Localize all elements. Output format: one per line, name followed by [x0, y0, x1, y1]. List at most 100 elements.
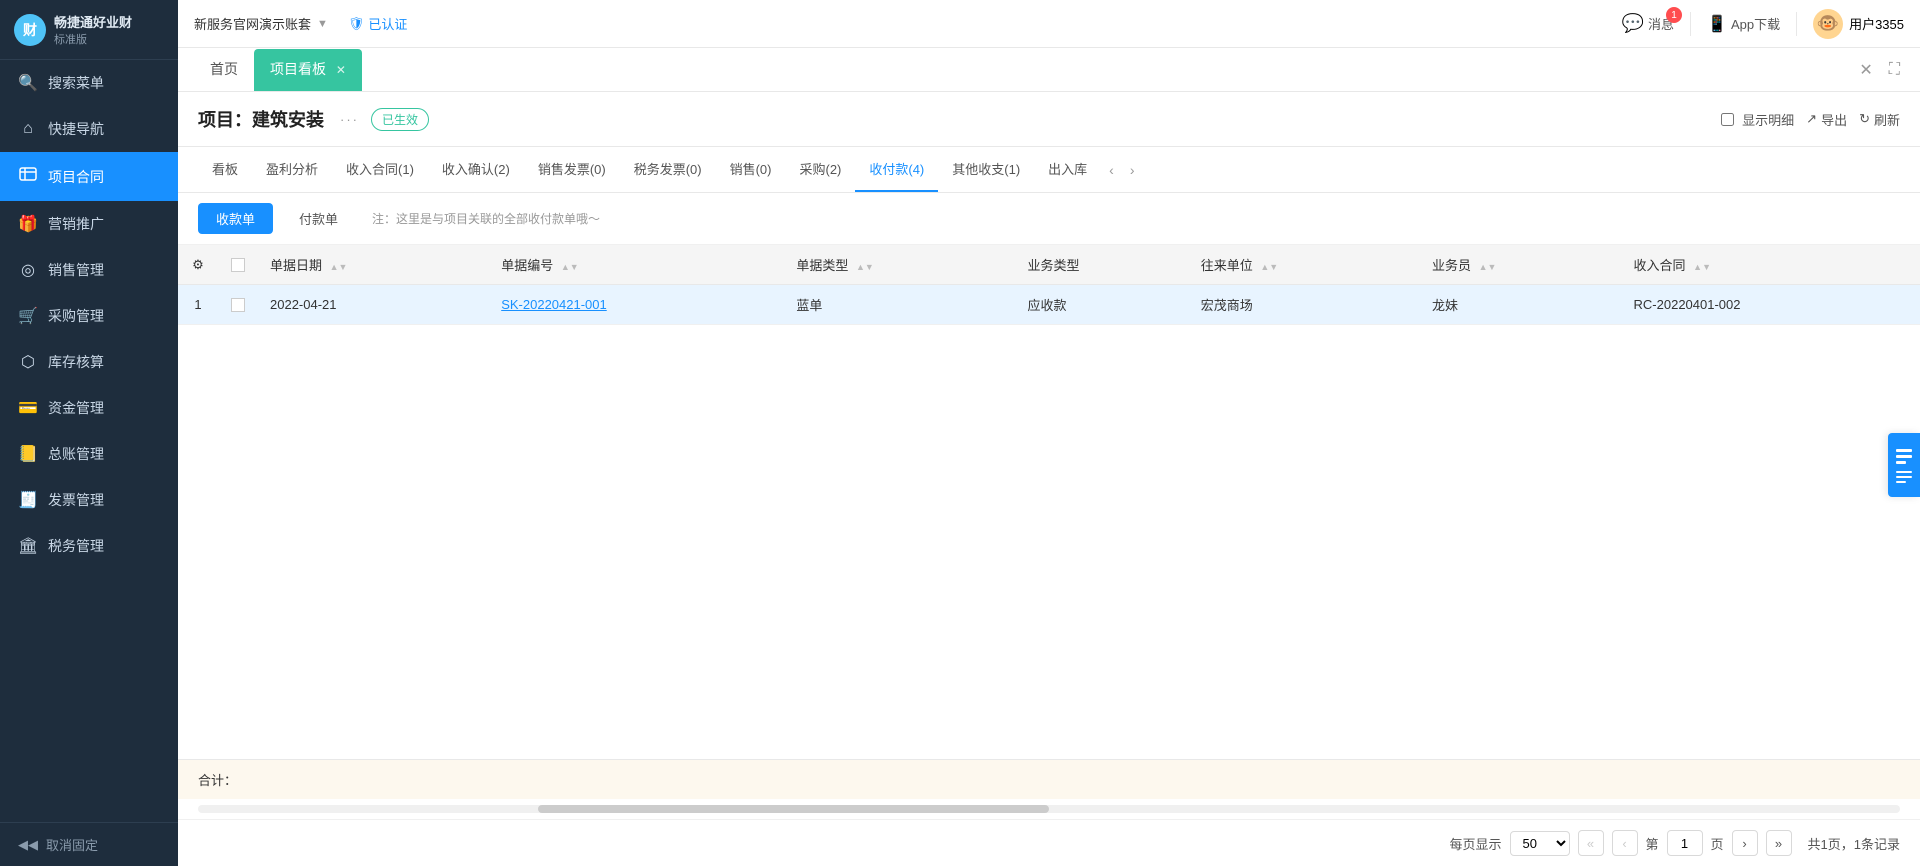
subtab-income-confirm[interactable]: 收入确认(2): [428, 147, 524, 192]
topbar: 新服务官网演示账套 ▼ 🛡 已认证 💬 消息 1 📱 App下载 🐵 用: [178, 0, 1920, 48]
topbar-divider: [1690, 12, 1691, 36]
table-scrollbar[interactable]: [178, 799, 1920, 819]
show-detail-checkbox[interactable]: 显示明细: [1721, 110, 1794, 129]
row-code-link[interactable]: SK-20220421-001: [501, 297, 607, 312]
panel-tab-payment[interactable]: 付款单: [281, 203, 356, 234]
tab-project-board[interactable]: 项目看板 ✕: [254, 49, 362, 91]
row-select-checkbox[interactable]: [231, 298, 245, 312]
sidebar-item-invoice[interactable]: 🧾 发票管理: [0, 477, 178, 523]
tax-icon: 🏛: [18, 536, 38, 556]
panel-note: 注：这里是与项目关联的全部收付款单哦～: [372, 210, 600, 227]
next-page-icon: ›: [1742, 836, 1746, 851]
select-all-checkbox[interactable]: [231, 258, 245, 272]
row-income-contract: RC-20220401-002: [1622, 285, 1920, 325]
col-date[interactable]: 单据日期 ▲▼: [258, 245, 489, 285]
export-button[interactable]: ↗ 导出: [1806, 110, 1847, 129]
tab-close-icon[interactable]: ✕: [336, 63, 346, 77]
app-logo-text: 畅捷通好业财 标准版: [54, 12, 132, 47]
page-input[interactable]: [1667, 830, 1703, 856]
row-code[interactable]: SK-20220421-001: [489, 285, 784, 325]
user-menu[interactable]: 🐵 用户3355: [1813, 9, 1904, 39]
gift-icon: 🎁: [18, 214, 38, 234]
show-detail-input[interactable]: [1721, 113, 1734, 126]
row-type: 蓝单: [784, 285, 1015, 325]
project-more-button[interactable]: ···: [340, 112, 359, 127]
last-page-icon: »: [1775, 836, 1782, 851]
sidebar-item-ledger[interactable]: 📒 总账管理: [0, 431, 178, 477]
sidebar-item-inventory[interactable]: ⬡ 库存核算: [0, 339, 178, 385]
subtab-sales-invoice[interactable]: 销售发票(0): [524, 147, 620, 192]
subtab-sales[interactable]: 销售(0): [716, 147, 786, 192]
app-logo-icon: 财: [14, 14, 46, 46]
message-icon: 💬: [1622, 13, 1644, 34]
sidebar-item-capital[interactable]: 💳 资金管理: [0, 385, 178, 431]
sidebar-item-sales[interactable]: ◎ 销售管理: [0, 247, 178, 293]
inventory-icon: ⬡: [18, 352, 38, 372]
sales-icon: ◎: [18, 260, 38, 280]
scrollbar-track: [198, 805, 1900, 813]
subtab-board[interactable]: 看板: [198, 147, 252, 192]
sidebar-item-shortcut[interactable]: ⌂ 快捷导航: [0, 106, 178, 152]
maximize-window-button[interactable]: ⛶: [1885, 57, 1904, 83]
next-page-button[interactable]: ›: [1732, 830, 1758, 856]
subtab-tax-invoice[interactable]: 税务发票(0): [620, 147, 716, 192]
workspace-selector[interactable]: 新服务官网演示账套 ▼: [194, 14, 328, 33]
phone-icon: 📱: [1707, 14, 1727, 34]
float-action-button[interactable]: [1888, 433, 1920, 497]
subtab-profit[interactable]: 盈利分析: [252, 147, 332, 192]
sidebar: 财 畅捷通好业财 标准版 🔍 搜索菜单 ⌂ 快捷导航 项目合同 🎁 营销推广 ◎…: [0, 0, 178, 866]
contract-sort-icon: ▲▼: [1693, 263, 1711, 272]
tabsbar-actions: ✕ ⛶: [1855, 56, 1904, 84]
col-settings[interactable]: ⚙: [178, 245, 218, 285]
capital-icon: 💳: [18, 398, 38, 418]
sidebar-item-marketing[interactable]: 🎁 营销推广: [0, 201, 178, 247]
col-type[interactable]: 单据类型 ▲▼: [784, 245, 1015, 285]
col-select-all[interactable]: [218, 245, 258, 285]
topbar-left: 新服务官网演示账套 ▼ 🛡 已认证: [194, 14, 1622, 33]
message-button[interactable]: 💬 消息 1: [1622, 13, 1674, 34]
project-header-actions: 显示明细 ↗ 导出 ↻ 刷新: [1721, 110, 1900, 129]
panel-tab-receipt[interactable]: 收款单: [198, 203, 273, 234]
subtab-other-expense[interactable]: 其他收支(1): [938, 147, 1034, 192]
tab-home[interactable]: 首页: [194, 49, 254, 91]
refresh-button[interactable]: ↻ 刷新: [1859, 110, 1900, 129]
row-seq: 1: [178, 285, 218, 325]
subtab-next-arrow[interactable]: ›: [1122, 150, 1143, 190]
user-avatar: 🐵: [1813, 9, 1843, 39]
unpin-button[interactable]: ◀◀ 取消固定: [0, 822, 178, 866]
col-partner[interactable]: 往来单位 ▲▼: [1189, 245, 1420, 285]
first-page-button[interactable]: «: [1578, 830, 1604, 856]
prev-page-icon: ‹: [1622, 836, 1626, 851]
row-partner: 宏茂商场: [1189, 285, 1420, 325]
last-page-button[interactable]: »: [1766, 830, 1792, 856]
table-header-row: ⚙ 单据日期 ▲▼ 单据编号 ▲▼: [178, 245, 1920, 285]
row-checkbox[interactable]: [218, 285, 258, 325]
purchase-icon: 🛒: [18, 306, 38, 326]
sidebar-item-tax[interactable]: 🏛 税务管理: [0, 523, 178, 569]
app-download-button[interactable]: 📱 App下载: [1707, 14, 1780, 34]
table-row[interactable]: 1 2022-04-21 SK-20220421-001 蓝单 应收款: [178, 285, 1920, 325]
sidebar-item-project[interactable]: 项目合同: [0, 152, 178, 201]
invoice-icon: 🧾: [18, 490, 38, 510]
col-code[interactable]: 单据编号 ▲▼: [489, 245, 784, 285]
date-sort-icon: ▲▼: [330, 263, 348, 272]
panel-content: 收款单 付款单 注：这里是与项目关联的全部收付款单哦～ ⚙: [178, 193, 1920, 866]
per-page-select[interactable]: 50 100 200: [1510, 831, 1570, 856]
project-title: 项目：建筑安装: [198, 106, 324, 132]
subtab-purchase[interactable]: 采购(2): [785, 147, 855, 192]
data-table-wrapper: ⚙ 单据日期 ▲▼ 单据编号 ▲▼: [178, 245, 1920, 759]
col-salesman[interactable]: 业务员 ▲▼: [1420, 245, 1622, 285]
subtab-receipt[interactable]: 收付款(4): [855, 147, 938, 192]
scrollbar-thumb[interactable]: [538, 805, 1049, 813]
close-window-button[interactable]: ✕: [1855, 56, 1876, 84]
sidebar-item-search[interactable]: 🔍 搜索菜单: [0, 60, 178, 106]
panel-tabs: 收款单 付款单 注：这里是与项目关联的全部收付款单哦～: [178, 193, 1920, 245]
subtab-income-contract[interactable]: 收入合同(1): [332, 147, 428, 192]
sidebar-item-purchase[interactable]: 🛒 采购管理: [0, 293, 178, 339]
subtab-inout[interactable]: 出入库: [1034, 147, 1101, 192]
search-icon: 🔍: [18, 73, 38, 93]
content-area: 项目：建筑安装 ··· 已生效 显示明细 ↗ 导出 ↻ 刷新: [178, 92, 1920, 866]
subtab-prev-arrow[interactable]: ‹: [1101, 150, 1122, 190]
col-income-contract[interactable]: 收入合同 ▲▼: [1622, 245, 1920, 285]
prev-page-button[interactable]: ‹: [1612, 830, 1638, 856]
